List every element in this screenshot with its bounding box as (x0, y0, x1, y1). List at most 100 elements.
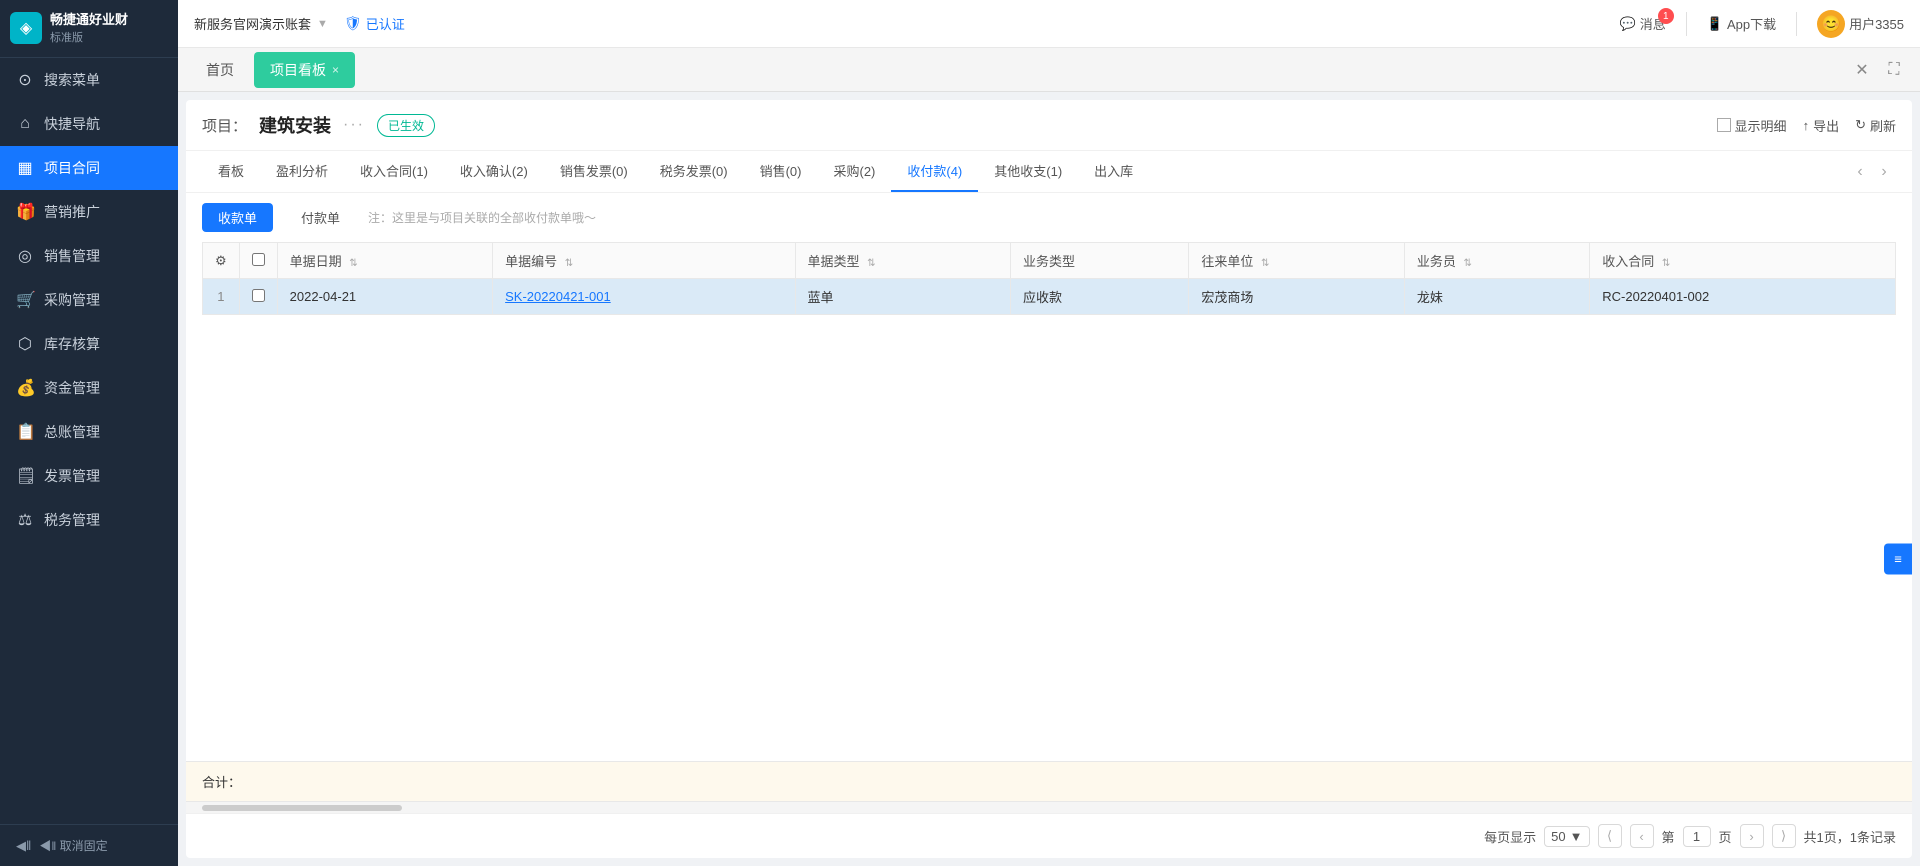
sidebar-item-quick-nav[interactable]: ⌂ 快捷导航 (0, 102, 178, 146)
row-biz-type: 应收款 (1010, 279, 1188, 315)
sub-tab-tax-invoice[interactable]: 税务发票(0) (644, 151, 744, 192)
sub-tab-sales[interactable]: 销售(0) (744, 151, 818, 192)
tab-home[interactable]: 首页 (190, 52, 250, 88)
workspace-selector[interactable]: 新服务官网演示账套 ▼ (194, 14, 328, 33)
col-biz-type-label: 业务类型 (1023, 254, 1075, 269)
sub-tab-purchase[interactable]: 采购(2) (817, 151, 891, 192)
sub-tab-kanban[interactable]: 看板 (202, 151, 260, 192)
col-salesperson-label: 业务员 (1417, 254, 1456, 269)
summary-label: 合计： (202, 772, 241, 791)
col-salesperson[interactable]: 业务员 ⇅ (1404, 243, 1589, 279)
current-page[interactable]: 1 (1683, 826, 1711, 847)
prev-page-button[interactable]: ‹ (1630, 824, 1654, 848)
sidebar-item-label: 总账管理 (44, 422, 100, 442)
row-checkbox-cell (239, 279, 277, 315)
next-page-button[interactable]: › (1740, 824, 1764, 848)
per-page-select[interactable]: 50 ▼ (1544, 826, 1589, 847)
capital-icon: 💰 (16, 378, 34, 398)
sidebar-item-purchase-mgmt[interactable]: 🛒 采购管理 (0, 278, 178, 322)
sidebar-item-project-contract[interactable]: ▦ 项目合同 (0, 146, 178, 190)
table-row: 1 2022-04-21 SK-20220421-001 蓝单 应收款 宏茂商场… (203, 279, 1896, 315)
sidebar-item-search[interactable]: ⊙ 搜索菜单 (0, 58, 178, 102)
pagination: 每页显示 50 ▼ ⟨ ‹ 第 1 页 › ⟩ 共1页，1条记录 (186, 813, 1912, 858)
row-date: 2022-04-21 (277, 279, 492, 315)
invoice-icon: 🗒 (16, 466, 34, 486)
project-label: 项目： (202, 115, 247, 136)
select-all-checkbox[interactable] (252, 253, 265, 266)
tab-project-board[interactable]: 项目看板 × (254, 52, 355, 88)
col-number[interactable]: 单据编号 ⇅ (493, 243, 795, 279)
message-button[interactable]: 💬 消息 1 (1620, 14, 1666, 33)
sub-tabs-next-button[interactable]: › (1872, 160, 1896, 184)
sidebar-item-inventory[interactable]: ⬡ 库存核算 (0, 322, 178, 366)
panel-icon: ≡ (1894, 552, 1902, 567)
user-menu[interactable]: 😊 用户3355 (1817, 10, 1904, 38)
col-date[interactable]: 单据日期 ⇅ (277, 243, 492, 279)
show-detail-checkbox[interactable]: 显示明细 (1717, 116, 1787, 135)
row-number-link[interactable]: SK-20220421-001 (505, 289, 611, 304)
per-page-value: 50 (1551, 829, 1565, 844)
last-page-button[interactable]: ⟩ (1772, 824, 1796, 848)
col-income-contract[interactable]: 收入合同 ⇅ (1590, 243, 1896, 279)
row-checkbox[interactable] (252, 289, 265, 302)
float-panel-button[interactable]: ≡ (1884, 544, 1912, 575)
col-date-label: 单据日期 (290, 254, 342, 269)
sub-tab-other-income[interactable]: 其他收支(1) (978, 151, 1078, 192)
close-window-button[interactable]: ✕ (1848, 56, 1876, 84)
sub-tab-receipt-payment[interactable]: 收付款(4) (891, 151, 978, 192)
refresh-label: 刷新 (1870, 116, 1896, 135)
sidebar-item-marketing[interactable]: 🎁 营销推广 (0, 190, 178, 234)
window-controls: ✕ ⛶ (1848, 56, 1908, 84)
scroll-thumb[interactable] (202, 805, 402, 811)
sidebar-item-label: 税务管理 (44, 510, 100, 530)
payment-tab-button[interactable]: 付款单 (285, 203, 356, 232)
sales-icon: ◎ (16, 246, 34, 266)
search-icon: ⊙ (16, 70, 34, 90)
col-settings[interactable]: ⚙ (203, 243, 240, 279)
per-page-chevron-icon: ▼ (1570, 829, 1583, 844)
export-icon: ↑ (1803, 118, 1810, 133)
row-type: 蓝单 (795, 279, 1010, 315)
sub-tab-income-contract[interactable]: 收入合同(1) (344, 151, 444, 192)
col-partner[interactable]: 往来单位 ⇅ (1189, 243, 1404, 279)
content-area: 项目： 建筑安装 ··· 已生效 显示明细 ↑ 导出 ↻ 刷新 (186, 100, 1912, 858)
unpin-icon: ◀‖ (16, 838, 31, 854)
show-detail-label: 显示明细 (1735, 116, 1787, 135)
sub-tab-inout[interactable]: 出入库 (1078, 151, 1149, 192)
project-more-button[interactable]: ··· (343, 116, 365, 134)
first-page-button[interactable]: ⟨ (1598, 824, 1622, 848)
receipt-note: 注：这里是与项目关联的全部收付款单哦～ (368, 209, 596, 226)
sidebar-item-capital-mgmt[interactable]: 💰 资金管理 (0, 366, 178, 410)
export-button[interactable]: ↑ 导出 (1803, 116, 1840, 135)
app-download-button[interactable]: 📱 App下载 (1707, 14, 1776, 33)
sub-tab-profit[interactable]: 盈利分析 (260, 151, 344, 192)
sub-tab-sales-invoice[interactable]: 销售发票(0) (544, 151, 644, 192)
tab-project-board-label: 项目看板 (270, 60, 326, 80)
sort-icon5: ⇅ (1464, 258, 1472, 269)
unpin-button[interactable]: ◀‖ ◀‖ 取消固定 (0, 824, 178, 866)
per-page-label: 每页显示 (1484, 827, 1536, 846)
sidebar-item-ledger-mgmt[interactable]: 📋 总账管理 (0, 410, 178, 454)
maximize-window-button[interactable]: ⛶ (1880, 56, 1908, 84)
row-salesperson: 龙妹 (1404, 279, 1589, 315)
topbar-right: 💬 消息 1 📱 App下载 😊 用户3355 (1620, 10, 1904, 38)
sort-icon2: ⇅ (565, 258, 573, 269)
logo-icon: ◈ (20, 18, 32, 38)
tab-close-icon[interactable]: × (332, 63, 339, 77)
sidebar-item-sales-mgmt[interactable]: ◎ 销售管理 (0, 234, 178, 278)
col-type[interactable]: 单据类型 ⇅ (795, 243, 1010, 279)
inventory-icon: ⬡ (16, 334, 34, 354)
horizontal-scrollbar[interactable] (186, 801, 1912, 813)
col-income-contract-label: 收入合同 (1602, 254, 1654, 269)
sidebar-item-tax-mgmt[interactable]: ⚖ 税务管理 (0, 498, 178, 542)
sub-tab-income-confirm[interactable]: 收入确认(2) (444, 151, 544, 192)
row-num: 1 (203, 279, 240, 315)
sub-tabs-prev-button[interactable]: ‹ (1848, 160, 1872, 184)
sidebar-item-invoice-mgmt[interactable]: 🗒 发票管理 (0, 454, 178, 498)
row-number[interactable]: SK-20220421-001 (493, 279, 795, 315)
ledger-icon: 📋 (16, 422, 34, 442)
sub-tabs-nav: ‹ › (1848, 160, 1896, 184)
main-area: 新服务官网演示账套 ▼ 🛡 已认证 💬 消息 1 📱 App下载 😊 用户335… (178, 0, 1920, 866)
refresh-button[interactable]: ↻ 刷新 (1855, 116, 1896, 135)
receipt-tab-button[interactable]: 收款单 (202, 203, 273, 232)
